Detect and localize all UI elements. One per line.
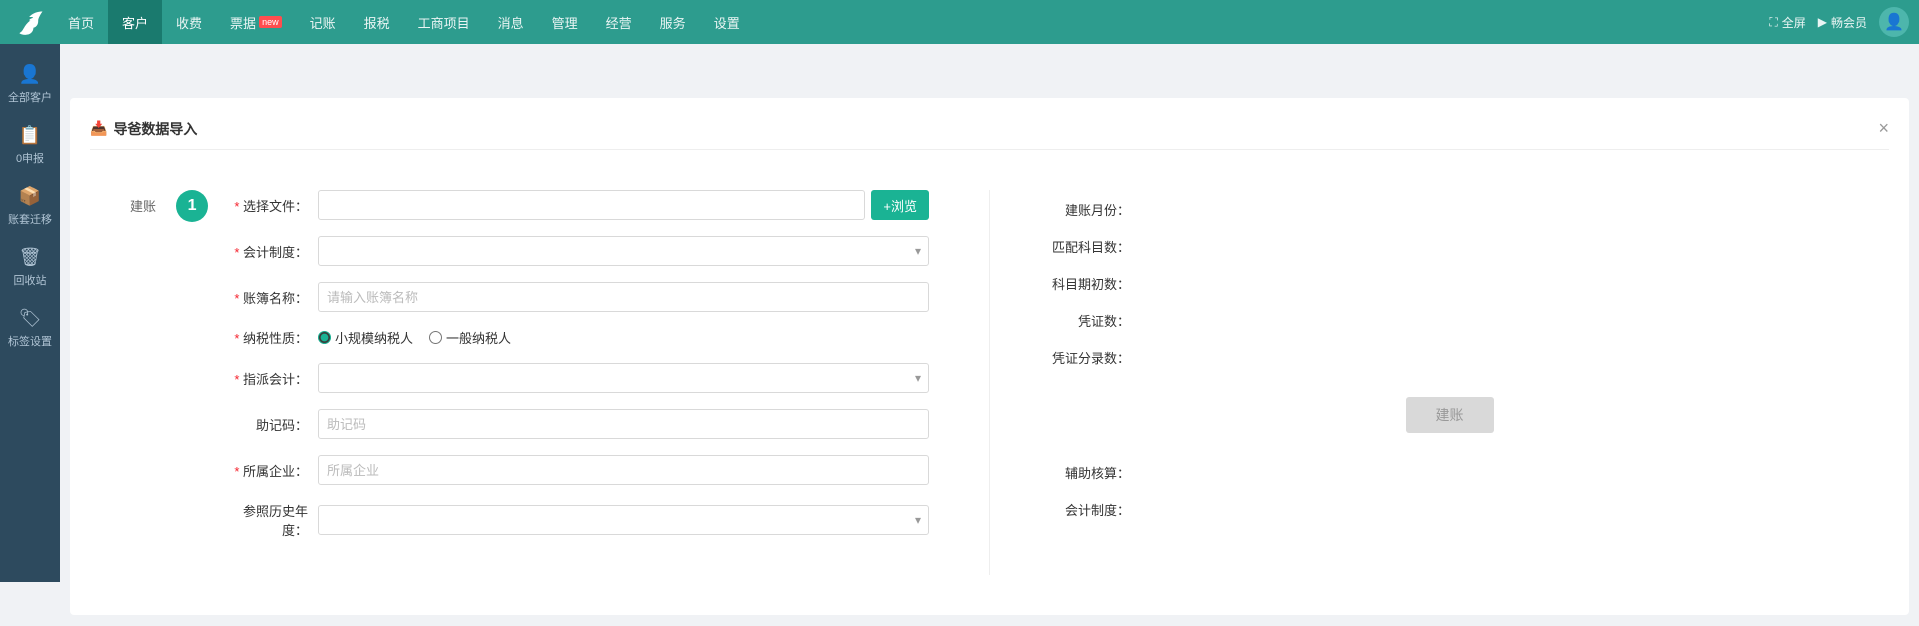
accountant-row: 指派会计： bbox=[228, 363, 929, 393]
browse-button[interactable]: +浏览 bbox=[871, 190, 929, 220]
aux-calc-row: 辅助核算： bbox=[1050, 463, 1849, 482]
radio-small-taxpayer[interactable]: 小规模纳税人 bbox=[318, 328, 413, 347]
avatar[interactable]: 👤 bbox=[1879, 7, 1909, 37]
nav-items: 首页 客户 收费 票据 new 记账 报税 工商项目 消息 管理 经营 服务 设… bbox=[54, 0, 1769, 44]
memo-code-input[interactable] bbox=[318, 409, 929, 439]
accounting-system-row: 会计制度： bbox=[228, 236, 929, 266]
nav-settings[interactable]: 设置 bbox=[700, 0, 754, 44]
subject-initial-label: 科目期初数： bbox=[1050, 274, 1140, 293]
sidebar-item-report[interactable]: 📋 0申报 bbox=[0, 115, 60, 176]
voucher-entries-row: 凭证分录数： bbox=[1050, 348, 1849, 367]
aux-calc-label: 辅助核算： bbox=[1050, 463, 1140, 482]
fullscreen-button[interactable]: ⛶ 全屏 bbox=[1769, 14, 1805, 31]
ledger-name-input[interactable] bbox=[318, 282, 929, 312]
accounting-system2-label: 会计制度： bbox=[1050, 500, 1140, 519]
build-month-label: 建账月份： bbox=[1050, 200, 1140, 219]
file-input[interactable] bbox=[318, 190, 865, 220]
ledger-name-label: 账簿名称： bbox=[228, 288, 318, 307]
create-account-button[interactable]: 建账 bbox=[1406, 397, 1494, 433]
form-right: 建账月份： 匹配科目数： 科目期初数： 凭证数： bbox=[1050, 190, 1849, 575]
sidebar: 👤 全部客户 📋 0申报 📦 账套迁移 🗑 回收站 🏷 标签设置 bbox=[0, 44, 60, 582]
card-title: 📥 导爸数据导入 bbox=[90, 119, 197, 139]
app-logo bbox=[10, 0, 54, 44]
voucher-count-row: 凭证数： bbox=[1050, 311, 1849, 330]
nav-home[interactable]: 首页 bbox=[54, 0, 108, 44]
build-month-row: 建账月份： bbox=[1050, 200, 1849, 219]
nav-business[interactable]: 经营 bbox=[592, 0, 646, 44]
accounting-system2-row: 会计制度： bbox=[1050, 500, 1849, 519]
nav-message[interactable]: 消息 bbox=[484, 0, 538, 44]
accounting-system-label: 会计制度： bbox=[228, 242, 318, 261]
company-input[interactable] bbox=[318, 455, 929, 485]
tax-type-row: 纳税性质： 小规模纳税人 一般纳税人 bbox=[228, 328, 929, 347]
info-section: 建账月份： 匹配科目数： 科目期初数： 凭证数： bbox=[1050, 190, 1849, 519]
top-nav: 首页 客户 收费 票据 new 记账 报税 工商项目 消息 管理 经营 服务 设… bbox=[0, 0, 1919, 44]
form-section: 建账 1 选择文件： +浏览 会计制度： bbox=[90, 170, 1889, 595]
sidebar-item-all-customers[interactable]: 👤 全部客户 bbox=[0, 54, 60, 115]
match-subjects-label: 匹配科目数： bbox=[1050, 237, 1140, 256]
nav-invoice[interactable]: 票据 new bbox=[216, 0, 296, 44]
accounting-system-select[interactable] bbox=[318, 236, 929, 266]
step-circle: 1 bbox=[176, 190, 208, 222]
fullscreen-icon: ⛶ bbox=[1769, 15, 1777, 30]
tax-type-label: 纳税性质： bbox=[228, 328, 318, 347]
logo-icon bbox=[18, 8, 46, 36]
sidebar-item-tags[interactable]: 🏷 标签设置 bbox=[0, 298, 60, 359]
nav-billing[interactable]: 收费 bbox=[162, 0, 216, 44]
avatar-icon: 👤 bbox=[1884, 12, 1904, 32]
step-indicator: 建账 1 选择文件： +浏览 会计制度： bbox=[130, 190, 929, 555]
nav-customer[interactable]: 客户 bbox=[108, 0, 162, 44]
main-content: 📥 导爸数据导入 × 建账 1 选择文件： +浏 bbox=[60, 88, 1919, 626]
voucher-entries-label: 凭证分录数： bbox=[1050, 348, 1140, 367]
nav-manage[interactable]: 管理 bbox=[538, 0, 592, 44]
history-year-row: 参照历史年度： bbox=[228, 501, 929, 539]
close-button[interactable]: × bbox=[1878, 118, 1889, 139]
nav-right: ⛶ 全屏 ▶ 畅会员 👤 bbox=[1769, 7, 1909, 37]
nav-service[interactable]: 服务 bbox=[646, 0, 700, 44]
import-icon: 📥 bbox=[90, 120, 107, 137]
sidebar-item-migration[interactable]: 📦 账套迁移 bbox=[0, 176, 60, 237]
accounting-system-select-wrap bbox=[318, 236, 929, 266]
sidebar-item-recycle[interactable]: 🗑 回收站 bbox=[0, 237, 60, 298]
file-row: 选择文件： +浏览 bbox=[228, 190, 929, 220]
all-customers-icon: 👤 bbox=[19, 64, 41, 85]
form-left: 建账 1 选择文件： +浏览 会计制度： bbox=[130, 190, 929, 575]
card-header: 📥 导爸数据导入 × bbox=[90, 118, 1889, 150]
company-row: 所属企业： bbox=[228, 455, 929, 485]
subject-initial-row: 科目期初数： bbox=[1050, 274, 1849, 293]
radio-general-input[interactable] bbox=[429, 331, 442, 344]
report-icon: 📋 bbox=[19, 125, 41, 146]
vertical-divider bbox=[989, 190, 990, 575]
radio-small-input[interactable] bbox=[318, 331, 331, 344]
new-badge: new bbox=[259, 16, 282, 29]
vip-icon: ▶ bbox=[1818, 15, 1827, 29]
accountant-label: 指派会计： bbox=[228, 369, 318, 388]
file-input-group: +浏览 bbox=[318, 190, 929, 220]
import-card: 📥 导爸数据导入 × 建账 1 选择文件： +浏 bbox=[70, 98, 1909, 615]
accountant-select[interactable] bbox=[318, 363, 929, 393]
file-label: 选择文件： bbox=[228, 196, 318, 215]
memo-code-label: 助记码： bbox=[228, 415, 318, 434]
accountant-select-wrap bbox=[318, 363, 929, 393]
step-form: 选择文件： +浏览 会计制度： bbox=[228, 190, 929, 555]
migration-icon: 📦 bbox=[19, 186, 41, 207]
history-year-label: 参照历史年度： bbox=[228, 501, 318, 539]
vip-button[interactable]: ▶ 畅会员 bbox=[1818, 14, 1867, 31]
voucher-count-label: 凭证数： bbox=[1050, 311, 1140, 330]
nav-tax[interactable]: 报税 bbox=[350, 0, 404, 44]
radio-general-taxpayer[interactable]: 一般纳税人 bbox=[429, 328, 511, 347]
step-label: 建账 bbox=[130, 190, 156, 215]
match-subjects-row: 匹配科目数： bbox=[1050, 237, 1849, 256]
tags-icon: 🏷 bbox=[19, 308, 42, 329]
history-year-select[interactable] bbox=[318, 505, 929, 535]
tax-type-radio-group: 小规模纳税人 一般纳税人 bbox=[318, 328, 929, 347]
history-year-select-wrap bbox=[318, 505, 929, 535]
recycle-icon: 🗑 bbox=[19, 247, 42, 268]
ledger-name-row: 账簿名称： bbox=[228, 282, 929, 312]
nav-account[interactable]: 记账 bbox=[296, 0, 350, 44]
memo-code-row: 助记码： bbox=[228, 409, 929, 439]
nav-commerce[interactable]: 工商项目 bbox=[404, 0, 484, 44]
company-label: 所属企业： bbox=[228, 461, 318, 480]
